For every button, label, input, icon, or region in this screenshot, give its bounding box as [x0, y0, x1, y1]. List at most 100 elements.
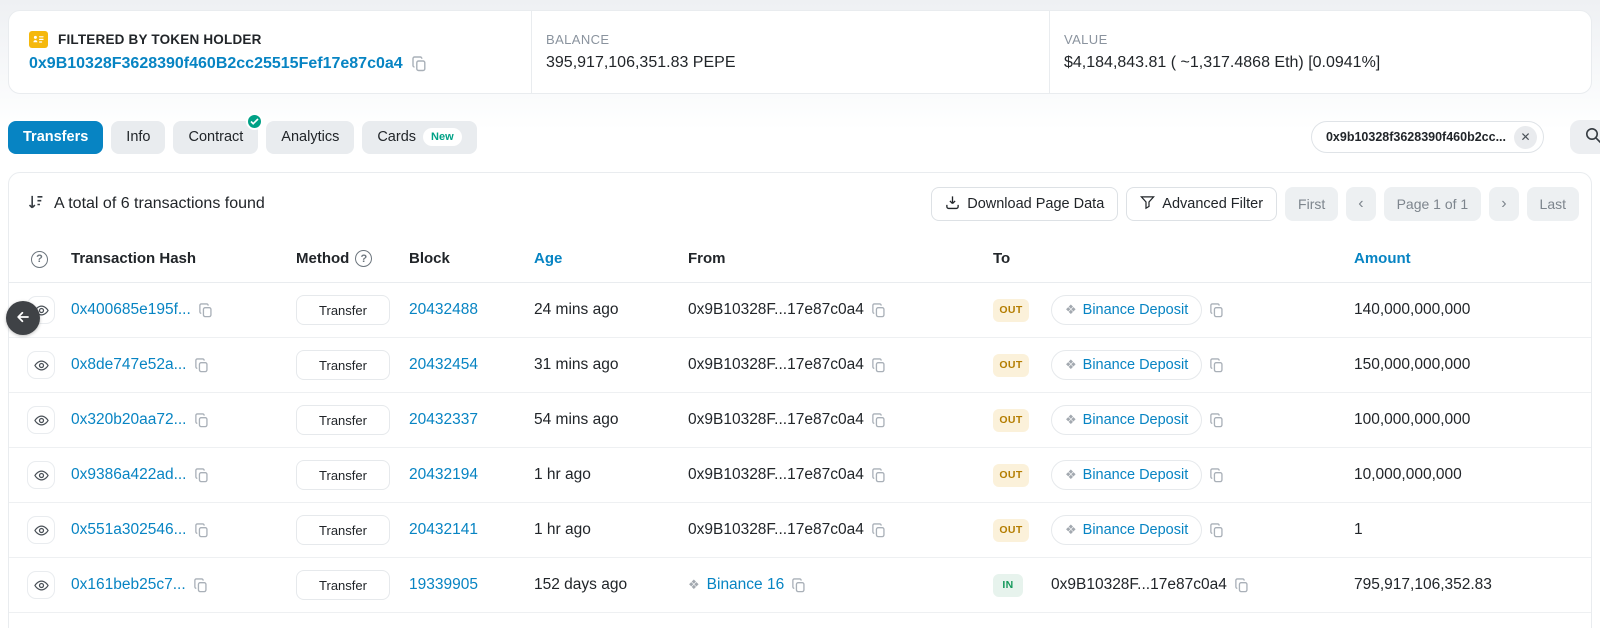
copy-icon[interactable]: [194, 523, 209, 538]
copy-icon[interactable]: [871, 303, 886, 318]
block-link[interactable]: 20432337: [409, 411, 478, 428]
copy-icon[interactable]: [194, 468, 209, 483]
tx-hash-link[interactable]: 0x400685e195f...: [71, 301, 191, 319]
copy-icon[interactable]: [871, 413, 886, 428]
copy-icon[interactable]: [871, 358, 886, 373]
copy-icon[interactable]: [194, 413, 209, 428]
tx-hash-link[interactable]: 0x551a302546...: [71, 521, 187, 539]
tab-cards[interactable]: Cards New: [362, 121, 476, 154]
transfers-card: A total of 6 transactions found Download…: [8, 172, 1592, 628]
header-amount-sort-link[interactable]: Amount: [1354, 250, 1579, 267]
from-address: 0x9B10328F...17e87c0a4: [688, 411, 864, 429]
copy-icon[interactable]: [871, 523, 886, 538]
to-tag-link[interactable]: ❖Binance Deposit: [1051, 405, 1202, 435]
block-link[interactable]: 20432141: [409, 521, 478, 538]
to-tag-label[interactable]: Binance Deposit: [1083, 357, 1189, 373]
to-tag-link[interactable]: ❖ Binance Deposit: [1051, 460, 1202, 490]
direction-badge: OUT: [993, 354, 1029, 377]
to-cell: OUT ❖ Binance Deposit: [993, 350, 1354, 380]
copy-icon[interactable]: [791, 578, 806, 593]
block-cell: 20432337: [409, 411, 534, 429]
copy-icon[interactable]: [411, 56, 427, 72]
tx-hash-link[interactable]: 0x8de747e52a...: [71, 356, 187, 374]
copy-icon[interactable]: [1209, 468, 1224, 483]
from-cell: 0x9B10328F...17e87c0a4: [688, 521, 993, 539]
amount-cell: 10,000,000,000: [1354, 466, 1579, 484]
tab-transfers-label: Transfers: [23, 129, 88, 145]
to-tag-label[interactable]: Binance Deposit: [1083, 412, 1189, 428]
table-row: 0x9386a422ad...Transfer204321941 hr ago0…: [9, 448, 1591, 503]
eye-cell: [21, 406, 71, 434]
method-badge: Transfer: [296, 295, 390, 325]
help-icon: ?: [31, 251, 48, 268]
tx-hash-link[interactable]: 0x320b20aa72...: [71, 411, 187, 429]
amount-cell: 1: [1354, 521, 1579, 539]
to-tag-label[interactable]: Binance Deposit: [1083, 467, 1189, 483]
amount-text: 140,000,000,000: [1354, 301, 1470, 318]
block-link[interactable]: 20432488: [409, 301, 478, 318]
copy-icon[interactable]: [193, 578, 208, 593]
token-holder-address-link[interactable]: 0x9B10328F3628390f460B2cc25515Fef17e87c0…: [29, 55, 403, 73]
binance-diamond-icon: ❖: [1065, 357, 1077, 373]
from-party: 0x9B10328F...17e87c0a4: [688, 356, 886, 374]
header-age-sort-link[interactable]: Age: [534, 250, 688, 267]
direction-badge: OUT: [993, 519, 1029, 542]
to-party: ❖Binance Deposit: [1051, 515, 1224, 545]
from-party: 0x9B10328F...17e87c0a4: [688, 521, 886, 539]
block-link[interactable]: 20432454: [409, 356, 478, 373]
copy-icon[interactable]: [1209, 358, 1224, 373]
download-page-data-button[interactable]: Download Page Data: [931, 187, 1118, 221]
tab-transfers[interactable]: Transfers: [8, 121, 103, 154]
table-row: 0x161beb25c7...Transfer19339905152 days …: [9, 558, 1591, 613]
tx-hash-link[interactable]: 0x9386a422ad...: [71, 466, 187, 484]
tabs-row: Transfers Info Contract Analytics Cards …: [8, 120, 1592, 154]
block-link[interactable]: 20432194: [409, 466, 478, 483]
from-cell: 0x9B10328F...17e87c0a4: [688, 301, 993, 319]
tab-analytics[interactable]: Analytics: [266, 121, 354, 154]
filter-funnel-icon: [1140, 195, 1155, 214]
binance-diamond-icon: ❖: [688, 577, 700, 593]
copy-icon[interactable]: [1234, 578, 1249, 593]
eye-button[interactable]: [27, 351, 55, 379]
copy-icon[interactable]: [194, 358, 209, 373]
eye-button[interactable]: [27, 516, 55, 544]
eye-button[interactable]: [27, 461, 55, 489]
copy-icon[interactable]: [1209, 413, 1224, 428]
tab-contract[interactable]: Contract: [173, 121, 258, 154]
to-tag-label[interactable]: Binance Deposit: [1083, 302, 1189, 318]
verified-check-icon: [246, 113, 263, 130]
advanced-filter-button[interactable]: Advanced Filter: [1126, 187, 1277, 221]
back-button-overlay[interactable]: [6, 301, 40, 335]
age-cell: 1 hr ago: [534, 466, 688, 484]
pagination-next-button[interactable]: ›: [1489, 187, 1518, 221]
search-button[interactable]: [1570, 120, 1600, 154]
tx-hash-link[interactable]: 0x161beb25c7...: [71, 576, 186, 594]
eye-cell: [21, 461, 71, 489]
eye-button[interactable]: [27, 406, 55, 434]
copy-icon[interactable]: [1209, 523, 1224, 538]
pagination-first-button[interactable]: First: [1285, 187, 1338, 221]
value-section: VALUE $4,184,843.81 ( ~1,317.4868 Eth) […: [1049, 11, 1591, 93]
eye-button[interactable]: [27, 571, 55, 599]
tab-analytics-label: Analytics: [281, 129, 339, 145]
copy-icon[interactable]: [871, 468, 886, 483]
close-icon[interactable]: ✕: [1514, 126, 1537, 149]
block-link[interactable]: 19339905: [409, 576, 478, 593]
copy-icon[interactable]: [198, 303, 213, 318]
to-tag-link[interactable]: ❖Binance Deposit: [1051, 295, 1202, 325]
to-tag-link[interactable]: ❖Binance Deposit: [1051, 515, 1202, 545]
filter-label: FILTERED BY TOKEN HOLDER: [58, 32, 262, 47]
tab-info[interactable]: Info: [111, 121, 165, 154]
to-tag-label[interactable]: Binance Deposit: [1083, 522, 1189, 538]
pagination-status: Page 1 of 1: [1384, 187, 1482, 221]
copy-icon[interactable]: [1209, 303, 1224, 318]
tab-info-label: Info: [126, 129, 150, 145]
from-tag-link[interactable]: ❖ Binance 16: [688, 576, 784, 594]
binance-diamond-icon: ❖: [1065, 467, 1077, 483]
to-tag-link[interactable]: ❖ Binance Deposit: [1051, 350, 1202, 380]
pagination-prev-button[interactable]: ‹: [1346, 187, 1375, 221]
block-cell: 20432488: [409, 301, 534, 319]
total-transactions-text: A total of 6 transactions found: [54, 195, 265, 213]
pagination-last-button[interactable]: Last: [1527, 187, 1579, 221]
from-tag-label[interactable]: Binance 16: [707, 576, 785, 594]
